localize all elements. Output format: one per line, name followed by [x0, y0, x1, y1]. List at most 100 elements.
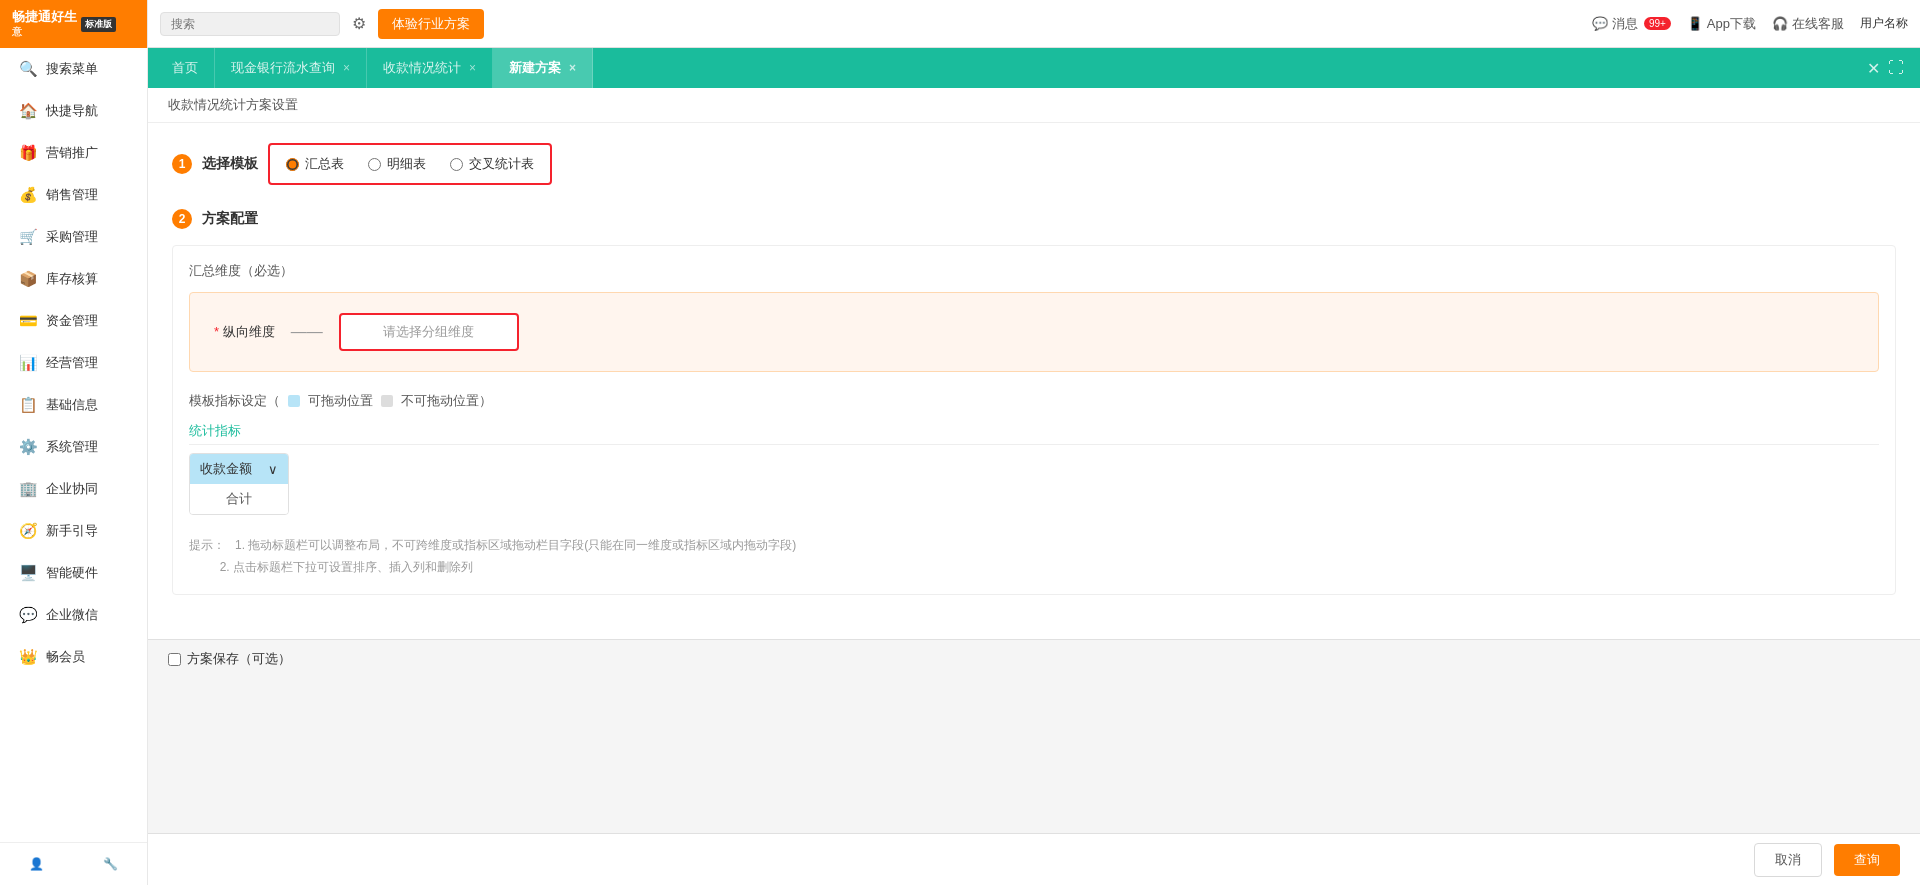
message-button[interactable]: 💬 消息 99+ — [1592, 15, 1671, 33]
purchase-icon: 🛒 — [19, 228, 38, 246]
dimension-section-title: 汇总维度（必选） — [189, 262, 1879, 280]
bottom-action-bar: 取消 查询 — [148, 833, 1920, 885]
content-area: 收款情况统计方案设置 1 选择模板 汇总表 明细表 — [148, 88, 1920, 885]
sidebar-item-label: 采购管理 — [46, 228, 98, 246]
vertical-dimension-label: * 纵向维度 — [214, 323, 275, 341]
radio-detail-label: 明细表 — [387, 155, 426, 173]
arrow-icon: —— — [291, 323, 323, 341]
tab-bank-flow-label: 现金银行流水查询 — [231, 59, 335, 77]
tab-bank-flow[interactable]: 现金银行流水查询 × — [215, 48, 367, 88]
query-button[interactable]: 查询 — [1834, 844, 1900, 876]
tip-title: 提示： — [189, 538, 232, 552]
service-icon: 🎧 — [1772, 16, 1788, 31]
marketing-icon: 🎁 — [19, 144, 38, 162]
dimension-area: * 纵向维度 —— 请选择分组维度 — [189, 292, 1879, 372]
hardware-icon: 🖥️ — [19, 564, 38, 582]
main-area: ⚙ 体验行业方案 💬 消息 99+ 📱 App下载 🎧 在线客服 用户名称 — [148, 0, 1920, 885]
sidebar-item-marketing[interactable]: 🎁 营销推广 — [0, 132, 147, 174]
sidebar-item-label: 搜索菜单 — [46, 60, 98, 78]
sidebar-item-label: 畅会员 — [46, 648, 85, 666]
tab-home[interactable]: 首页 — [156, 48, 215, 88]
movable-label: 可拖动位置 — [308, 392, 373, 410]
finance-icon: 💳 — [19, 312, 38, 330]
tab-new-plan[interactable]: 新建方案 × — [493, 48, 593, 88]
trial-button[interactable]: 体验行业方案 — [378, 9, 484, 39]
online-service-button[interactable]: 🎧 在线客服 — [1772, 15, 1844, 33]
save-checkbox-label[interactable]: 方案保存（可选） — [168, 650, 291, 668]
sidebar-item-weixin[interactable]: 💬 企业微信 — [0, 594, 147, 636]
dimension-select[interactable]: 请选择分组维度 — [339, 313, 519, 351]
metrics-header-text: 模板指标设定（ — [189, 392, 280, 410]
metrics-category-label: 统计指标 — [189, 423, 241, 438]
sidebar: 畅捷通好生 意 标准版 🔍 搜索菜单 🏠 快捷导航 🎁 营销推广 💰 销售管理 … — [0, 0, 148, 885]
sidebar-item-finance[interactable]: 💳 资金管理 — [0, 300, 147, 342]
sidebar-item-hardware[interactable]: 🖥️ 智能硬件 — [0, 552, 147, 594]
tab-bank-flow-close[interactable]: × — [343, 61, 350, 75]
search-input[interactable] — [160, 12, 340, 36]
logo-text: 畅捷通好生 — [12, 9, 77, 25]
metrics-category-title: 统计指标 — [189, 418, 1879, 445]
app-download-button[interactable]: 📱 App下载 — [1687, 15, 1756, 33]
tabbar: 首页 现金银行流水查询 × 收款情况统计 × 新建方案 × ✕ ⛶ — [148, 48, 1920, 88]
radio-cross[interactable]: 交叉统计表 — [450, 155, 534, 173]
radio-detail[interactable]: 明细表 — [368, 155, 426, 173]
sidebar-item-enterprise[interactable]: 🏢 企业协同 — [0, 468, 147, 510]
sidebar-item-purchase[interactable]: 🛒 采购管理 — [0, 216, 147, 258]
radio-summary-input[interactable] — [286, 158, 299, 171]
movable-indicator-dot — [288, 395, 300, 407]
user-info[interactable]: 用户名称 — [1860, 15, 1908, 32]
metrics-section: 模板指标设定（ 可拖动位置 不可拖动位置） 统计指标 收款金额 — [189, 392, 1879, 515]
operation-icon: 📊 — [19, 354, 38, 372]
tab-receipt-stats[interactable]: 收款情况统计 × — [367, 48, 493, 88]
sidebar-item-guide[interactable]: 🧭 新手引导 — [0, 510, 147, 552]
message-label: 消息 — [1612, 15, 1638, 33]
tabbar-actions: ✕ ⛶ — [1867, 59, 1912, 78]
app-download-label: App下载 — [1707, 15, 1756, 33]
dimension-row: * 纵向维度 —— 请选择分组维度 — [214, 313, 1854, 351]
form-container: 1 选择模板 汇总表 明细表 交叉统计表 — [148, 123, 1920, 639]
edition-badge: 标准版 — [81, 17, 116, 32]
sidebar-item-label: 智能硬件 — [46, 564, 98, 582]
tip-item-2: 2. 点击标题栏下拉可设置排序、插入列和删除列 — [189, 557, 1879, 579]
sidebar-item-quick-nav[interactable]: 🏠 快捷导航 — [0, 90, 147, 132]
sidebar-item-search-menu[interactable]: 🔍 搜索菜单 — [0, 48, 147, 90]
radio-detail-input[interactable] — [368, 158, 381, 171]
maximize-icon[interactable]: ⛶ — [1888, 59, 1904, 78]
radio-cross-label: 交叉统计表 — [469, 155, 534, 173]
radio-summary[interactable]: 汇总表 — [286, 155, 344, 173]
sidebar-item-label: 基础信息 — [46, 396, 98, 414]
step1-title: 选择模板 — [202, 155, 258, 173]
save-checkbox[interactable] — [168, 653, 181, 666]
guide-icon: 🧭 — [19, 522, 38, 540]
sidebar-item-label: 库存核算 — [46, 270, 98, 288]
sidebar-item-system[interactable]: ⚙️ 系统管理 — [0, 426, 147, 468]
member-icon: 👑 — [19, 648, 38, 666]
tab-receipt-stats-close[interactable]: × — [469, 61, 476, 75]
page-title: 收款情况统计方案设置 — [148, 88, 1920, 123]
sidebar-item-member[interactable]: 👑 畅会员 — [0, 636, 147, 678]
weixin-icon: 💬 — [19, 606, 38, 624]
quick-nav-icon: 🏠 — [19, 102, 38, 120]
metric-card-receipt: 收款金额 ∨ 合计 — [189, 453, 289, 515]
sidebar-item-basic-info[interactable]: 📋 基础信息 — [0, 384, 147, 426]
sidebar-bottom-user[interactable]: 👤 — [0, 851, 74, 877]
close-all-icon[interactable]: ✕ — [1867, 59, 1880, 78]
metric-card-header[interactable]: 收款金额 ∨ — [190, 454, 288, 484]
sidebar-bottom-settings[interactable]: 🔧 — [74, 851, 148, 877]
settings-icon[interactable]: ⚙ — [348, 10, 370, 37]
step2-section: 2 方案配置 汇总维度（必选） * 纵向维度 — [172, 209, 1896, 595]
sidebar-item-sales[interactable]: 💰 销售管理 — [0, 174, 147, 216]
tab-home-label: 首页 — [172, 59, 198, 77]
radio-cross-input[interactable] — [450, 158, 463, 171]
metric-dropdown-icon[interactable]: ∨ — [268, 462, 278, 477]
sidebar-logo: 畅捷通好生 意 标准版 — [0, 0, 147, 48]
cancel-button[interactable]: 取消 — [1754, 843, 1822, 877]
search-menu-icon: 🔍 — [19, 60, 38, 78]
step1-section: 1 选择模板 汇总表 明细表 交叉统计表 — [172, 143, 1896, 185]
sidebar-item-operation[interactable]: 📊 经营管理 — [0, 342, 147, 384]
sidebar-item-inventory[interactable]: 📦 库存核算 — [0, 258, 147, 300]
tab-new-plan-close[interactable]: × — [569, 61, 576, 75]
logo-sub: 意 — [12, 25, 77, 39]
app-icon: 📱 — [1687, 16, 1703, 31]
tips-section: 提示： 1. 拖动标题栏可以调整布局，不可跨维度或指标区域拖动栏目字段(只能在同… — [189, 535, 1879, 578]
